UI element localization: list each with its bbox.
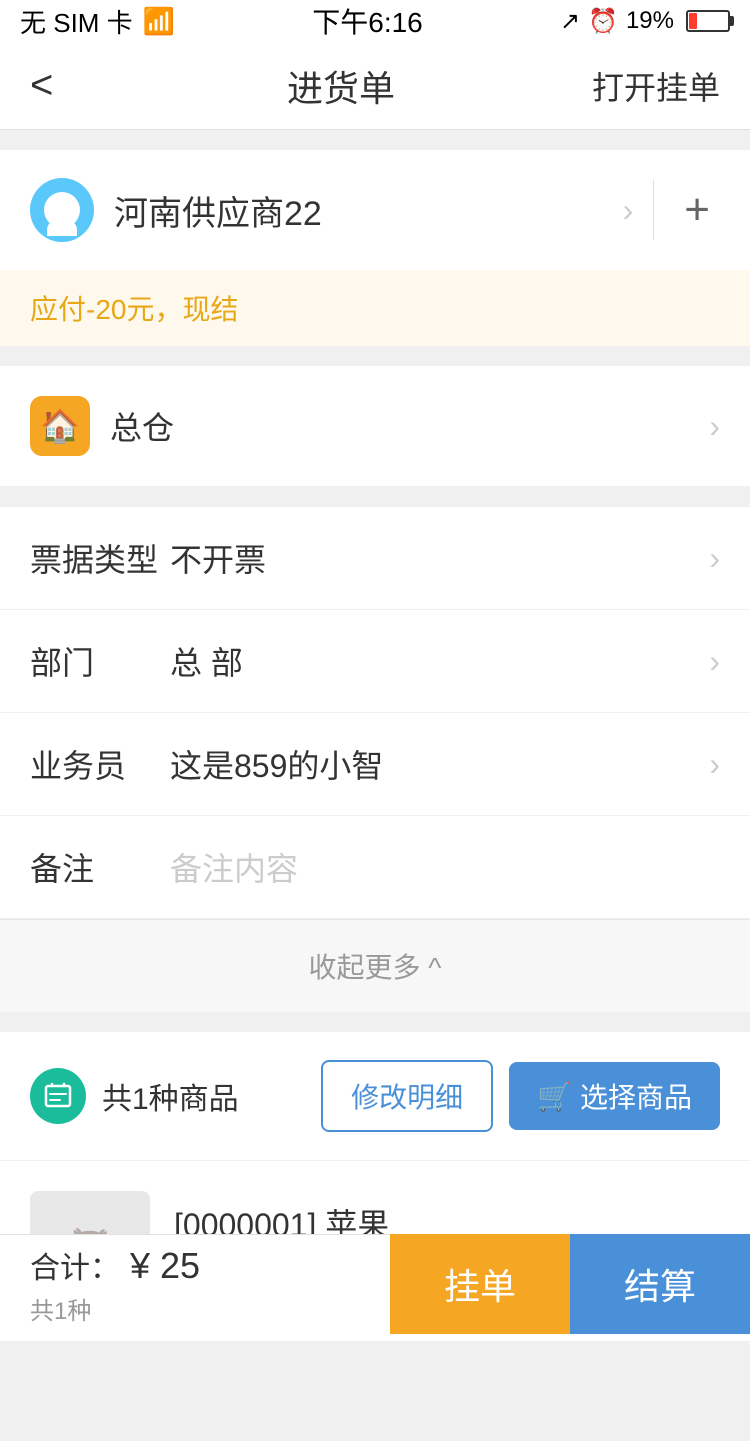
- status-right: ↗ ⏰ 19%: [560, 7, 730, 36]
- gap-4: [0, 1012, 750, 1032]
- total-section: 合计： ¥ 25 共1种: [0, 1234, 390, 1334]
- product-header: 共1种商品 修改明细 🛒 选择商品: [0, 1032, 750, 1161]
- battery-icon: [686, 10, 730, 32]
- status-time: 下午6:16: [312, 1, 423, 41]
- total-count: 共1种: [30, 1291, 360, 1326]
- salesperson-row[interactable]: 业务员 这是859的小智 ›: [0, 713, 750, 816]
- add-supplier-button[interactable]: +: [674, 185, 720, 235]
- checkout-button[interactable]: 结算: [570, 1234, 750, 1334]
- total-label: 合计：: [30, 1252, 120, 1285]
- warehouse-label: 总仓: [110, 403, 709, 449]
- suspend-button[interactable]: 挂单: [390, 1234, 570, 1334]
- total-amount: 合计： ¥ 25: [30, 1243, 360, 1287]
- warehouse-chevron-icon: ›: [709, 408, 720, 445]
- remark-key: 备注: [30, 844, 170, 890]
- bottom-spacer: [0, 1341, 750, 1441]
- edit-detail-button[interactable]: 修改明细: [321, 1060, 493, 1132]
- invoice-type-chevron-icon: ›: [709, 540, 720, 577]
- salesperson-chevron-icon: ›: [709, 746, 720, 783]
- gap-1: [0, 130, 750, 150]
- remark-value[interactable]: 备注内容: [170, 844, 720, 890]
- warehouse-row[interactable]: 🏠 总仓 ›: [0, 366, 750, 487]
- supplier-row[interactable]: 河南供应商22 › +: [0, 150, 750, 270]
- invoice-type-key: 票据类型: [30, 535, 170, 581]
- supplier-avatar: [30, 178, 94, 242]
- location-icon: ↗: [560, 7, 580, 36]
- department-chevron-icon: ›: [709, 643, 720, 680]
- bottom-bar: 合计： ¥ 25 共1种 挂单 结算: [0, 1234, 750, 1334]
- gap-3: [0, 487, 750, 507]
- warehouse-icon: 🏠: [30, 396, 90, 456]
- remark-row[interactable]: 备注 备注内容: [0, 816, 750, 919]
- nav-bar: < 进货单 打开挂单: [0, 42, 750, 130]
- invoice-type-value: 不开票: [170, 535, 709, 581]
- department-key: 部门: [30, 638, 170, 684]
- cart-icon: 🛒: [537, 1080, 572, 1113]
- wifi-icon: 📶: [143, 6, 175, 37]
- vertical-divider: [653, 180, 654, 240]
- select-product-button[interactable]: 🛒 选择商品: [509, 1062, 720, 1130]
- alarm-icon: ⏰: [588, 7, 618, 36]
- product-count-text: 共1种商品: [102, 1074, 321, 1118]
- invoice-type-row[interactable]: 票据类型 不开票 ›: [0, 507, 750, 610]
- department-row[interactable]: 部门 总 部 ›: [0, 610, 750, 713]
- supplier-section: 河南供应商22 › + 应付-20元，现结: [0, 150, 750, 346]
- total-amount-value: ¥ 25: [130, 1245, 200, 1286]
- supplier-name: 河南供应商22: [114, 186, 623, 235]
- battery-percent: 19%: [626, 7, 674, 35]
- status-bar: 无 SIM 卡 📶 下午6:16 ↗ ⏰ 19%: [0, 0, 750, 42]
- status-left: 无 SIM 卡 📶: [20, 3, 175, 40]
- gap-2: [0, 346, 750, 366]
- back-button[interactable]: <: [30, 63, 90, 108]
- carrier-text: 无 SIM 卡: [20, 3, 133, 40]
- open-suspend-button[interactable]: 打开挂单: [592, 63, 720, 109]
- collapse-bar[interactable]: 收起更多 ^: [0, 919, 750, 1012]
- product-count-icon: [30, 1068, 86, 1124]
- supplier-chevron-icon: ›: [623, 192, 634, 229]
- page-title: 进货单: [287, 60, 395, 112]
- department-value: 总 部: [170, 638, 709, 684]
- salesperson-key: 业务员: [30, 741, 170, 787]
- fields-section: 票据类型 不开票 › 部门 总 部 › 业务员 这是859的小智 › 备注 备注…: [0, 507, 750, 919]
- alert-bar: 应付-20元，现结: [0, 270, 750, 346]
- salesperson-value: 这是859的小智: [170, 741, 709, 787]
- avatar-person-icon: [44, 192, 80, 228]
